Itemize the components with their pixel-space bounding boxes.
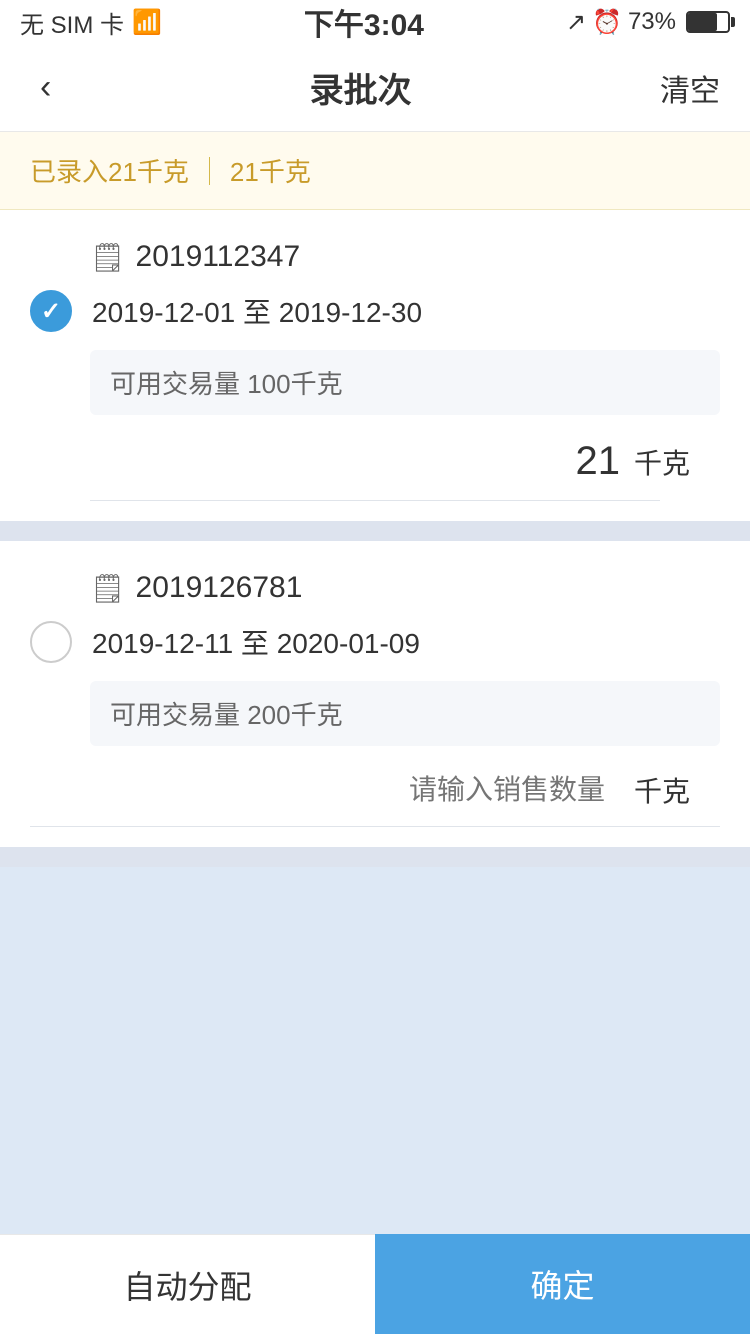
- batch1-unit: 千克: [634, 442, 690, 482]
- batch1-date-row[interactable]: 2019-12-01 至 2019-12-30: [30, 290, 720, 332]
- batch2-id-icon: 🗒: [90, 572, 126, 605]
- sim-label: 无 SIM 卡: [20, 5, 124, 40]
- bottom-bar: 自动分配 确定: [0, 1234, 750, 1334]
- status-bar: 无 SIM 卡 📶 下午3:04 ↗ ⏰ 73%: [0, 0, 750, 44]
- banner-divider: [209, 157, 210, 185]
- back-button[interactable]: ‹: [30, 58, 61, 117]
- status-right: ↗ ⏰ 73%: [566, 8, 730, 37]
- info-banner: 已录入21千克 21千克: [0, 132, 750, 210]
- blue-area: [0, 867, 750, 1267]
- batch2-unit: 千克: [634, 770, 690, 810]
- battery-percent: 73%: [628, 8, 676, 36]
- batch1-header: 🗒 2019112347: [30, 240, 720, 274]
- recorded-value: 21千克: [230, 152, 311, 189]
- status-left: 无 SIM 卡 📶: [20, 5, 162, 40]
- batch2-quantity-input[interactable]: [30, 774, 634, 806]
- clear-button[interactable]: 清空: [660, 66, 720, 110]
- wifi-icon: 📶: [132, 8, 162, 37]
- section-separator-1: [0, 521, 750, 541]
- batch2-input-row[interactable]: 千克: [30, 770, 720, 827]
- batch-card-1: 🗒 2019112347 2019-12-01 至 2019-12-30 可用交…: [0, 210, 750, 521]
- auto-distribute-button[interactable]: 自动分配: [0, 1234, 375, 1334]
- batch2-radio[interactable]: [30, 621, 72, 663]
- batch1-available: 可用交易量 100千克: [90, 350, 720, 415]
- section-separator-2: [0, 847, 750, 867]
- batch2-date: 2019-12-11 至 2020-01-09: [92, 622, 420, 662]
- alarm-icon: ⏰: [592, 8, 622, 37]
- batch1-amount: 21: [575, 439, 620, 484]
- batch-card-2: 🗒 2019126781 2019-12-11 至 2020-01-09 可用交…: [0, 541, 750, 847]
- batch1-id-icon: 🗒: [90, 241, 126, 274]
- direction-icon: ↗: [566, 8, 586, 37]
- confirm-button[interactable]: 确定: [375, 1234, 750, 1334]
- recorded-label: 已录入21千克: [30, 152, 189, 189]
- nav-bar: ‹ 录批次 清空: [0, 44, 750, 132]
- time-label: 下午3:04: [304, 0, 424, 44]
- batch2-date-row[interactable]: 2019-12-11 至 2020-01-09: [30, 621, 720, 663]
- batch2-header: 🗒 2019126781: [30, 571, 720, 605]
- batch1-id: 2019112347: [136, 240, 301, 274]
- battery-icon: [686, 11, 730, 33]
- batch1-amount-row: 21 千克: [30, 439, 720, 484]
- batch2-available: 可用交易量 200千克: [90, 681, 720, 746]
- batch1-date: 2019-12-01 至 2019-12-30: [92, 291, 422, 331]
- batch1-radio[interactable]: [30, 290, 72, 332]
- batch2-id: 2019126781: [136, 571, 303, 605]
- page-title: 录批次: [310, 63, 412, 112]
